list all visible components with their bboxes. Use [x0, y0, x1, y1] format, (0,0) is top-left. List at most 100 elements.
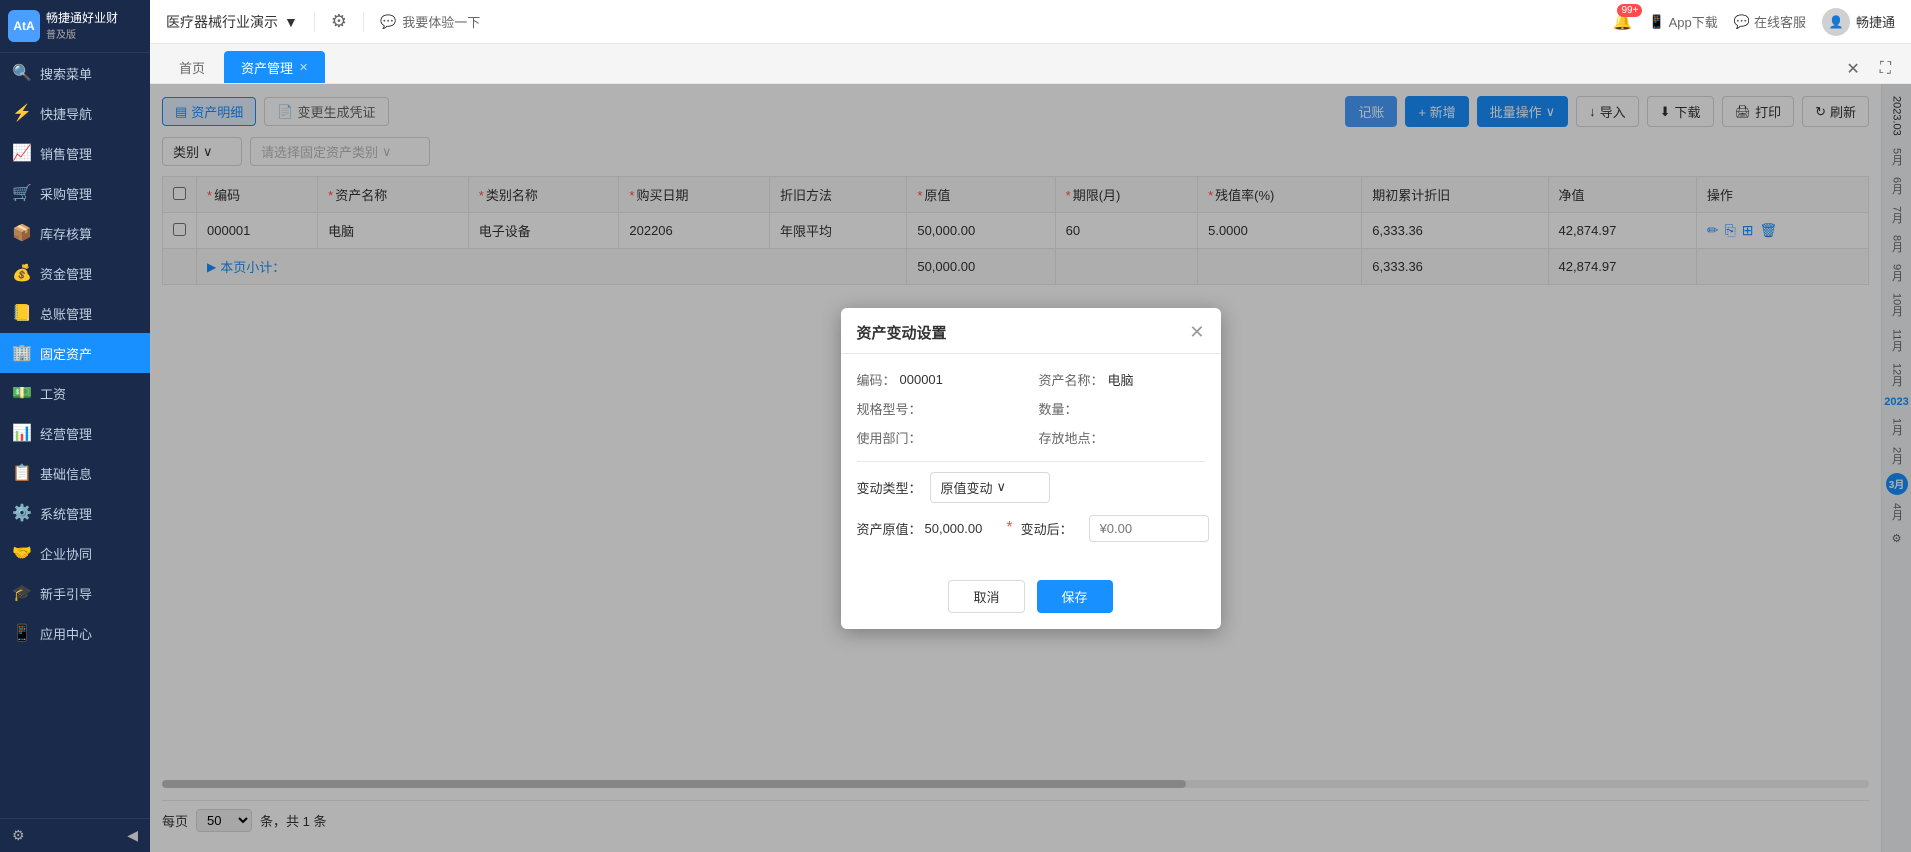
sidebar-item-label: 工资 — [40, 384, 66, 403]
change-type-value: 原值变动 — [941, 478, 993, 497]
sidebar-item-quicknav[interactable]: ⚡ 快捷导航 — [0, 93, 150, 133]
assets-icon: 🏢 — [12, 343, 32, 363]
after-required-icon: * — [1006, 519, 1012, 537]
modal-quantity-label: 数量： — [1039, 399, 1078, 418]
sidebar-item-salary[interactable]: 💵 工资 — [0, 373, 150, 413]
sidebar-item-guide[interactable]: 🎓 新手引导 — [0, 573, 150, 613]
topbar-divider2 — [363, 12, 364, 32]
tab-close-icon[interactable]: ✕ — [299, 61, 308, 74]
sales-icon: 📈 — [12, 143, 32, 163]
sidebar-item-label: 企业协同 — [40, 544, 92, 563]
sidebar-item-finance[interactable]: 💰 资金管理 — [0, 253, 150, 293]
sidebar-item-system[interactable]: ⚙️ 系统管理 — [0, 493, 150, 533]
modal-department-label: 使用部门： — [857, 428, 922, 447]
notify-btn[interactable]: 🔔 99+ — [1613, 12, 1633, 32]
logo-text: 畅捷通好业财 — [46, 11, 118, 27]
inventory-icon: 📦 — [12, 223, 32, 243]
modal-footer: 取消 保存 — [841, 570, 1221, 629]
operation-icon: 📊 — [12, 423, 32, 443]
modal-location-label: 存放地点： — [1039, 428, 1104, 447]
tab-home[interactable]: 首页 — [162, 51, 222, 83]
window-maximize-icon[interactable]: ⛶ — [1872, 56, 1899, 82]
modal-body: 编码： 000001 资产名称： 电脑 规格型号： 数量： — [841, 354, 1221, 570]
ledger-icon: 📒 — [12, 303, 32, 323]
modal-name-item: 资产名称： 电脑 — [1039, 370, 1205, 389]
sidebar-item-search[interactable]: 🔍 搜索菜单 — [0, 53, 150, 93]
tab-assets[interactable]: 资产管理 ✕ — [224, 51, 325, 83]
basic-icon: 📋 — [12, 463, 32, 483]
sidebar-item-label: 系统管理 — [40, 504, 92, 523]
modal-code-value: 000001 — [900, 372, 943, 387]
download-app-btn[interactable]: 📱 App下载 — [1648, 12, 1717, 31]
finance-icon: 💰 — [12, 263, 32, 283]
sidebar-item-sales[interactable]: 📈 销售管理 — [0, 133, 150, 173]
sidebar-item-label: 经营管理 — [40, 424, 92, 443]
sidebar-item-basic[interactable]: 📋 基础信息 — [0, 453, 150, 493]
change-type-row: 变动类型： 原值变动 ∨ — [857, 472, 1205, 503]
sidebar-item-operation[interactable]: 📊 经营管理 — [0, 413, 150, 453]
topbar-settings-icon[interactable]: ⚙ — [331, 11, 347, 32]
tabbar: 首页 资产管理 ✕ ✕ ⛶ — [150, 44, 1911, 84]
company-name: 医疗器械行业演示 — [166, 12, 278, 32]
sidebar-item-inventory[interactable]: 📦 库存核算 — [0, 213, 150, 253]
cancel-button[interactable]: 取消 — [948, 580, 1024, 613]
save-button[interactable]: 保存 — [1037, 580, 1113, 613]
tab-home-label: 首页 — [179, 58, 205, 77]
sidebar-item-ledger[interactable]: 📒 总账管理 — [0, 293, 150, 333]
sidebar-item-label: 基础信息 — [40, 464, 92, 483]
change-type-arrow-icon: ∨ — [997, 479, 1007, 495]
try-feature-btn[interactable]: 💬 我要体验一下 — [380, 12, 480, 31]
service-btn[interactable]: 💬 在线客服 — [1734, 12, 1806, 31]
modal-location-item: 存放地点： — [1039, 428, 1205, 447]
topbar-right: 🔔 99+ 📱 App下载 💬 在线客服 👤 畅捷通 — [1613, 8, 1895, 36]
sidebar-item-cooperation[interactable]: 🤝 企业协同 — [0, 533, 150, 573]
user-menu[interactable]: 👤 畅捷通 — [1822, 8, 1895, 36]
settings-icon[interactable]: ⚙ — [12, 827, 25, 844]
apps-icon: 📱 — [12, 623, 32, 643]
download-label: App下载 — [1669, 12, 1718, 31]
modal-close-button[interactable]: ✕ — [1189, 322, 1204, 343]
purchase-icon: 🛒 — [12, 183, 32, 203]
service-label: 在线客服 — [1754, 12, 1806, 31]
sidebar-footer: ⚙ ◀ — [0, 818, 150, 852]
modal-spec-item: 规格型号： — [857, 399, 1023, 418]
window-close-icon[interactable]: ✕ — [1838, 55, 1867, 83]
quicknav-icon: ⚡ — [12, 103, 32, 123]
sidebar-item-label: 采购管理 — [40, 184, 92, 203]
modal-name-value: 电脑 — [1108, 370, 1134, 389]
avatar: 👤 — [1822, 8, 1850, 36]
guide-icon: 🎓 — [12, 583, 32, 603]
sidebar-item-apps[interactable]: 📱 应用中心 — [0, 613, 150, 653]
modal-spec-label: 规格型号： — [857, 399, 922, 418]
tab-assets-label: 资产管理 — [241, 58, 293, 77]
sidebar: AtA 畅捷通好业财 普及版 🔍 搜索菜单 ⚡ 快捷导航 📈 销售管理 🛒 采购… — [0, 0, 150, 852]
download-icon: 📱 — [1648, 14, 1664, 30]
asset-value-label: 资产原值： — [857, 519, 917, 538]
topbar-divider — [314, 12, 315, 32]
after-input[interactable] — [1089, 515, 1209, 542]
modal-name-label: 资产名称： — [1039, 370, 1104, 389]
sidebar-item-assets[interactable]: 🏢 固定资产 — [0, 333, 150, 373]
sidebar-item-purchase[interactable]: 🛒 采购管理 — [0, 173, 150, 213]
search-icon: 🔍 — [12, 63, 32, 83]
sidebar-item-label: 库存核算 — [40, 224, 92, 243]
company-selector[interactable]: 医疗器械行业演示 ▼ — [166, 12, 298, 32]
modal-code-item: 编码： 000001 — [857, 370, 1023, 389]
sidebar-logo: AtA 畅捷通好业财 普及版 — [0, 0, 150, 53]
collapse-icon[interactable]: ◀ — [127, 827, 138, 844]
sidebar-item-label: 总账管理 — [40, 304, 92, 323]
change-type-select[interactable]: 原值变动 ∨ — [930, 472, 1050, 503]
username: 畅捷通 — [1856, 12, 1895, 31]
sidebar-item-label: 固定资产 — [40, 344, 92, 363]
modal-quantity-item: 数量： — [1039, 399, 1205, 418]
asset-change-modal: 资产变动设置 ✕ 编码： 000001 资产名称： 电脑 — [841, 308, 1221, 629]
sidebar-item-label: 销售管理 — [40, 144, 92, 163]
main-area: 医疗器械行业演示 ▼ ⚙ 💬 我要体验一下 🔔 99+ 📱 App下载 💬 在线… — [150, 0, 1911, 852]
system-icon: ⚙️ — [12, 503, 32, 523]
cooperation-icon: 🤝 — [12, 543, 32, 563]
modal-info-grid: 编码： 000001 资产名称： 电脑 规格型号： 数量： — [857, 370, 1205, 447]
sidebar-item-label: 资金管理 — [40, 264, 92, 283]
asset-value-row: 资产原值： 50,000.00 * 变动后： — [857, 515, 1205, 542]
service-icon: 💬 — [1734, 14, 1750, 30]
modal-divider — [857, 461, 1205, 462]
